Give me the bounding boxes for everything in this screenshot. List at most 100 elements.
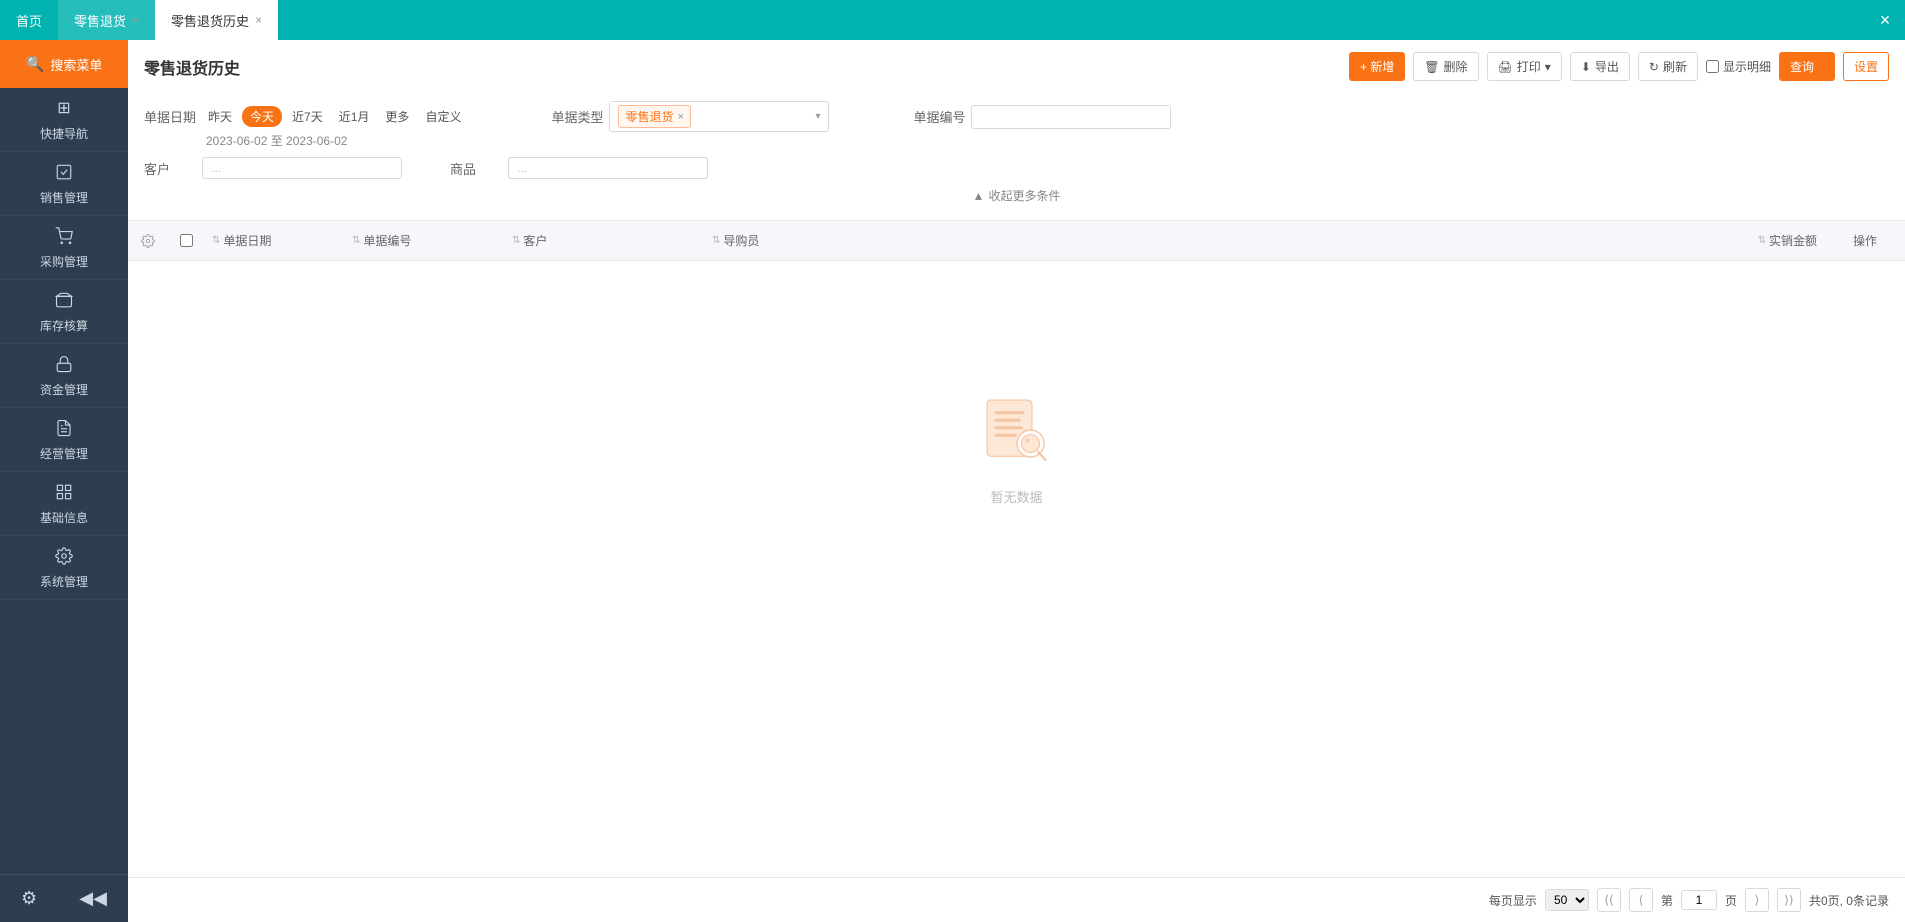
date-btn-1month[interactable]: 近1月 xyxy=(333,106,376,127)
quick-nav-icon: ⊞ xyxy=(53,97,75,119)
print-arrow-icon: ▾ xyxy=(1545,60,1551,74)
customer-select[interactable]: ... xyxy=(202,157,402,179)
sidebar-item-system[interactable]: 系统管理 xyxy=(0,536,128,600)
show-detail-checkbox[interactable]: 显示明细 xyxy=(1706,58,1771,75)
print-button[interactable]: 🖨 打印 ▾ xyxy=(1487,52,1562,81)
table-body-spacer xyxy=(128,629,1905,877)
th-checkbox[interactable] xyxy=(168,234,204,247)
page-header: 零售退货历史 + 新增 🗑 删除 🖨 打印 ▾ ⬇ 导出 xyxy=(128,40,1905,221)
prev-page-button[interactable]: ⟨ xyxy=(1629,888,1653,912)
add-button[interactable]: + 新增 xyxy=(1349,52,1405,81)
date-range-text: 2023-06-02 至 2023-06-02 xyxy=(206,134,347,148)
refresh-button[interactable]: ↻ 刷新 xyxy=(1638,52,1698,81)
refresh-icon: ↻ xyxy=(1649,60,1659,74)
system-icon xyxy=(53,545,75,567)
sidebar-search-label: 搜索菜单 xyxy=(50,55,102,74)
export-icon: ⬇ xyxy=(1581,60,1591,74)
filter-area: 单据日期 昨天 今天 近7天 近1月 更多 自定义 单据类型 xyxy=(144,93,1889,220)
tab-list: 首页 零售退货 × 零售退货历史 × xyxy=(0,0,1865,40)
sidebar-item-quick-nav-label: 快捷导航 xyxy=(40,125,88,142)
sidebar-item-basic-info-label: 基础信息 xyxy=(40,509,88,526)
date-filter: 单据日期 昨天 今天 近7天 近1月 更多 自定义 xyxy=(144,106,467,127)
doc-type-tag-text: 零售退货 xyxy=(625,108,673,125)
sort-icon-order-no: ⇅ xyxy=(352,235,360,246)
tab-retail-return[interactable]: 零售退货 × xyxy=(58,0,155,40)
sidebar-item-purchase[interactable]: 采购管理 xyxy=(0,216,128,280)
th-amount[interactable]: ⇅ 实销金额 xyxy=(854,232,1825,249)
export-button[interactable]: ⬇ 导出 xyxy=(1570,52,1630,81)
sidebar: 🔍 搜索菜单 ⊞ 快捷导航 销售管理 采购管理 xyxy=(0,40,128,922)
select-all-checkbox[interactable] xyxy=(180,234,193,247)
doc-type-tag-close[interactable]: × xyxy=(677,111,683,123)
toolbar: + 新增 🗑 删除 🖨 打印 ▾ ⬇ 导出 ↻ xyxy=(1349,52,1889,81)
sidebar-item-inventory[interactable]: 库存核算 xyxy=(0,280,128,344)
per-page-select[interactable]: 50 xyxy=(1545,889,1589,911)
tab-retail-return-history[interactable]: 零售退货历史 × xyxy=(155,0,278,40)
sidebar-item-operations[interactable]: 经营管理 xyxy=(0,408,128,472)
collapse-more-button[interactable]: ▲ 收起更多条件 xyxy=(144,183,1889,210)
sidebar-item-finance[interactable]: 资金管理 xyxy=(0,344,128,408)
doc-no-input[interactable] xyxy=(971,105,1171,129)
customer-label: 客户 xyxy=(144,159,196,178)
page-input[interactable] xyxy=(1681,890,1717,910)
sidebar-search[interactable]: 🔍 搜索菜单 xyxy=(0,40,128,88)
window-close-button[interactable]: × xyxy=(1865,0,1905,40)
customer-filter: 客户 ... xyxy=(144,157,402,179)
doc-type-select[interactable]: 零售退货 × ▾ xyxy=(609,101,829,132)
sidebar-item-operations-label: 经营管理 xyxy=(40,445,88,462)
tab-retail-return-history-close[interactable]: × xyxy=(255,13,262,27)
last-page-button[interactable]: ⟩⟩ xyxy=(1777,888,1801,912)
basic-info-icon xyxy=(53,481,75,503)
tab-retail-return-label: 零售退货 xyxy=(74,11,126,30)
query-button[interactable]: 查询 xyxy=(1779,52,1835,81)
delete-icon: 🗑 xyxy=(1424,60,1439,74)
sidebar-item-sales-label: 销售管理 xyxy=(40,189,88,206)
goods-label: 商品 xyxy=(450,159,502,178)
th-customer[interactable]: ⇅ 客户 xyxy=(504,232,704,249)
content-area: 零售退货历史 + 新增 🗑 删除 🖨 打印 ▾ ⬇ 导出 xyxy=(128,40,1905,922)
date-options: 昨天 今天 近7天 近1月 更多 自定义 xyxy=(202,106,467,127)
date-btn-more[interactable]: 更多 xyxy=(379,106,415,127)
purchase-icon xyxy=(53,225,75,247)
sidebar-bottom: ⚙ ◀◀ xyxy=(0,874,128,922)
inventory-icon xyxy=(53,289,75,311)
empty-text: 暂无数据 xyxy=(990,487,1042,506)
sort-icon-date: ⇅ xyxy=(212,235,220,246)
next-page-button[interactable]: ⟩ xyxy=(1745,888,1769,912)
doc-type-filter: 单据类型 零售退货 × ▾ xyxy=(551,101,829,132)
tab-home-label: 首页 xyxy=(16,11,42,30)
tab-home[interactable]: 首页 xyxy=(0,0,58,40)
sales-icon xyxy=(53,161,75,183)
first-page-button[interactable]: ⟨⟨ xyxy=(1597,888,1621,912)
date-btn-today[interactable]: 今天 xyxy=(242,106,282,127)
tab-retail-return-close[interactable]: × xyxy=(132,13,139,27)
sidebar-menu: ⊞ 快捷导航 销售管理 采购管理 库存核算 xyxy=(0,88,128,874)
th-settings[interactable] xyxy=(128,234,168,248)
volume-icon[interactable]: ◀◀ xyxy=(79,888,107,909)
th-guide[interactable]: ⇅ 导购员 xyxy=(704,232,854,249)
filter-row-1: 单据日期 昨天 今天 近7天 近1月 更多 自定义 单据类型 xyxy=(144,93,1889,136)
table-header: ⇅ 单据日期 ⇅ 单据编号 ⇅ 客户 ⇅ 导购员 ⇅ 实销金额 xyxy=(128,221,1905,261)
sidebar-item-inventory-label: 库存核算 xyxy=(40,317,88,334)
th-action: 操作 xyxy=(1825,232,1905,249)
empty-state: 暂无数据 xyxy=(128,261,1905,629)
doc-type-arrow-icon: ▾ xyxy=(815,111,820,122)
delete-button[interactable]: 🗑 删除 xyxy=(1413,52,1478,81)
date-filter-label: 单据日期 xyxy=(144,107,196,126)
date-btn-yesterday[interactable]: 昨天 xyxy=(202,106,238,127)
sidebar-item-quick-nav[interactable]: ⊞ 快捷导航 xyxy=(0,88,128,152)
settings-button[interactable]: 设置 xyxy=(1843,52,1889,81)
top-bar: 首页 零售退货 × 零售退货历史 × × xyxy=(0,0,1905,40)
settings-bottom-icon[interactable]: ⚙ xyxy=(21,888,37,909)
date-btn-custom[interactable]: 自定义 xyxy=(419,106,467,127)
sidebar-item-sales[interactable]: 销售管理 xyxy=(0,152,128,216)
search-icon: 🔍 xyxy=(26,55,45,73)
th-date[interactable]: ⇅ 单据日期 xyxy=(204,232,344,249)
goods-select[interactable]: ... xyxy=(508,157,708,179)
show-detail-input[interactable] xyxy=(1706,60,1719,73)
th-order-no[interactable]: ⇅ 单据编号 xyxy=(344,232,504,249)
pagination: 每页显示 50 ⟨⟨ ⟨ 第 页 ⟩ ⟩⟩ 共0页, 0条记录 xyxy=(128,877,1905,922)
doc-type-tag: 零售退货 × xyxy=(618,105,690,128)
sidebar-item-basic-info[interactable]: 基础信息 xyxy=(0,472,128,536)
date-btn-7days[interactable]: 近7天 xyxy=(286,106,329,127)
